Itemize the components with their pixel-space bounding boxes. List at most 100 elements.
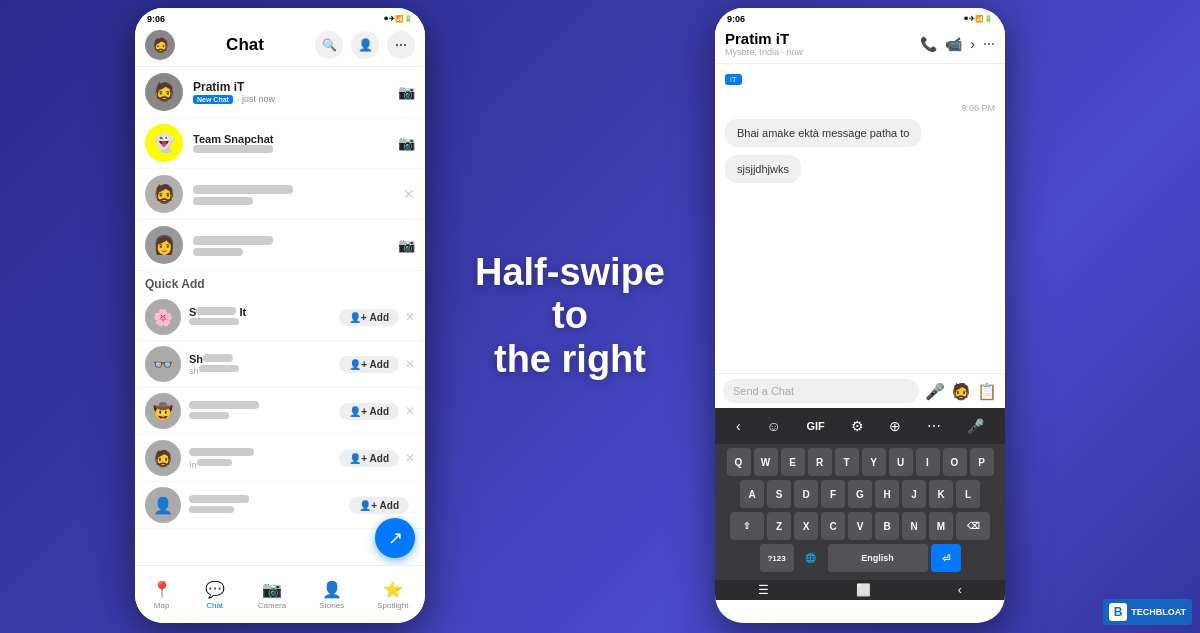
right-status-icons: ⁕✈📶🔋 [963,15,993,23]
chat-item-blurred-2[interactable]: 👩 📷 [135,220,425,271]
key-v[interactable]: V [848,512,872,540]
quick-add-item-0[interactable]: 🌸 S It 👤+ Add ✕ [135,294,425,341]
key-h[interactable]: H [875,480,899,508]
quick-add-item-2[interactable]: 🤠 👤+ Add ✕ [135,388,425,435]
it-badge-container: iT [715,64,1005,93]
avatar[interactable]: 🧔 [145,30,175,60]
chat-info-pratim: Pratim iT New Chat · just now [193,80,398,104]
chat-name-b1 [193,183,403,197]
back-icon[interactable]: ‹ [736,418,741,434]
video-icon[interactable]: 📹 [945,36,962,52]
floating-action-button[interactable]: ↗ [375,518,415,558]
dismiss-icon-1[interactable]: ✕ [405,357,415,371]
mic-keyboard-icon[interactable]: 🎤 [967,418,984,434]
chat-sub-pratim: New Chat · just now [193,94,398,104]
key-w[interactable]: W [754,448,778,476]
key-o[interactable]: O [943,448,967,476]
chat-sub-b2 [193,248,398,256]
emoji-icon[interactable]: ☺ [766,418,780,434]
chevron-right-icon[interactable]: › [970,36,975,52]
message-1: Bhai amake ektà message patha to [725,119,921,147]
key-globe[interactable]: 🌐 [797,544,825,572]
key-k[interactable]: K [929,480,953,508]
key-q[interactable]: Q [727,448,751,476]
key-b[interactable]: B [875,512,899,540]
settings-icon[interactable]: ⚙ [851,418,864,434]
key-enter[interactable]: ⏎ [931,544,961,572]
key-a[interactable]: A [740,480,764,508]
half-swipe-text: Half-swipe to the right [430,251,710,382]
add-friend-icon[interactable]: 👤 [351,31,379,59]
key-u[interactable]: U [889,448,913,476]
key-n[interactable]: N [902,512,926,540]
camera-icon-nav: 📷 [262,580,282,599]
send-chat-input[interactable]: Send a Chat [723,379,919,403]
key-r[interactable]: R [808,448,832,476]
nav-lines-icon: ☰ [758,583,769,597]
nav-back-icon: ‹ [958,583,962,597]
add-button-4[interactable]: 👤+ Add [349,497,409,514]
key-m[interactable]: M [929,512,953,540]
key-english[interactable]: English [828,544,928,572]
nav-camera[interactable]: 📷 Camera [258,580,286,610]
chat-item-pratim[interactable]: 🧔 Pratim iT New Chat · just now 📷 [135,67,425,118]
key-f[interactable]: F [821,480,845,508]
header-actions: 📞 📹 › ⋯ [920,36,995,52]
more-keyboard-icon[interactable]: ⋯ [927,418,941,434]
nav-stories[interactable]: 👤 Stories [319,580,344,610]
key-s[interactable]: S [767,480,791,508]
dismiss-icon-0[interactable]: ✕ [405,310,415,324]
key-g[interactable]: G [848,480,872,508]
dismiss-icon-2[interactable]: ✕ [405,404,415,418]
key-z[interactable]: Z [767,512,791,540]
chat-input-bar: Send a Chat 🎤 🧔 📋 [715,373,1005,408]
more-icon-right[interactable]: ⋯ [983,37,995,51]
contact-info: Pratim iT Mysore, India · now [725,30,803,57]
key-j[interactable]: J [902,480,926,508]
quick-add-item-3[interactable]: 🧔 In 👤+ Add ✕ [135,435,425,482]
gif-icon[interactable]: GIF [807,420,825,432]
key-num[interactable]: ?123 [760,544,794,572]
add-button-2[interactable]: 👤+ Add [339,403,399,420]
nav-map[interactable]: 📍 Map [152,580,172,610]
nav-spotlight[interactable]: ⭐ Spotlight [377,580,408,610]
left-status-icons: ⁕✈📶🔋 [383,15,413,23]
quick-add-info-0: S It [189,306,339,329]
quick-add-title: Quick Add [135,271,425,294]
mic-icon[interactable]: 🎤 [925,382,945,401]
center-text: Half-swipe to the right [430,251,710,382]
translate-icon[interactable]: ⊕ [889,418,901,434]
search-icon[interactable]: 🔍 [315,31,343,59]
key-i[interactable]: I [916,448,940,476]
left-status-bar: 9:06 ⁕✈📶🔋 [135,8,425,26]
key-t[interactable]: T [835,448,859,476]
key-p[interactable]: P [970,448,994,476]
quick-add-avatar-3: 🧔 [145,440,181,476]
key-y[interactable]: Y [862,448,886,476]
nav-home-icon: ⬜ [856,583,871,597]
chat-name-pratim: Pratim iT [193,80,398,94]
left-header: 🧔 Chat 🔍 👤 ⋯ [135,26,425,67]
chat-item-blurred-1[interactable]: 🧔 ✕ [135,169,425,220]
bitmoji-icon[interactable]: 🧔 [951,382,971,401]
send-chat-placeholder: Send a Chat [733,385,794,397]
key-x[interactable]: X [794,512,818,540]
key-d[interactable]: D [794,480,818,508]
sticker-icon[interactable]: 📋 [977,382,997,401]
chat-item-snapchat[interactable]: 👻 Team Snapchat 📷 [135,118,425,169]
add-button-3[interactable]: 👤+ Add [339,450,399,467]
key-backspace[interactable]: ⌫ [956,512,990,540]
key-e[interactable]: E [781,448,805,476]
nav-bar: ☰ ⬜ ‹ [715,580,1005,600]
dismiss-icon-3[interactable]: ✕ [405,451,415,465]
key-c[interactable]: C [821,512,845,540]
more-icon[interactable]: ⋯ [387,31,415,59]
nav-chat[interactable]: 💬 Chat [205,580,225,610]
right-status-bar: 9:06 ⁕✈📶🔋 [715,8,1005,26]
add-button-1[interactable]: 👤+ Add [339,356,399,373]
key-shift[interactable]: ⇧ [730,512,764,540]
phone-icon[interactable]: 📞 [920,36,937,52]
key-l[interactable]: L [956,480,980,508]
quick-add-item-1[interactable]: 👓 Sh sh 👤+ Add ✕ [135,341,425,388]
add-button-0[interactable]: 👤+ Add [339,309,399,326]
